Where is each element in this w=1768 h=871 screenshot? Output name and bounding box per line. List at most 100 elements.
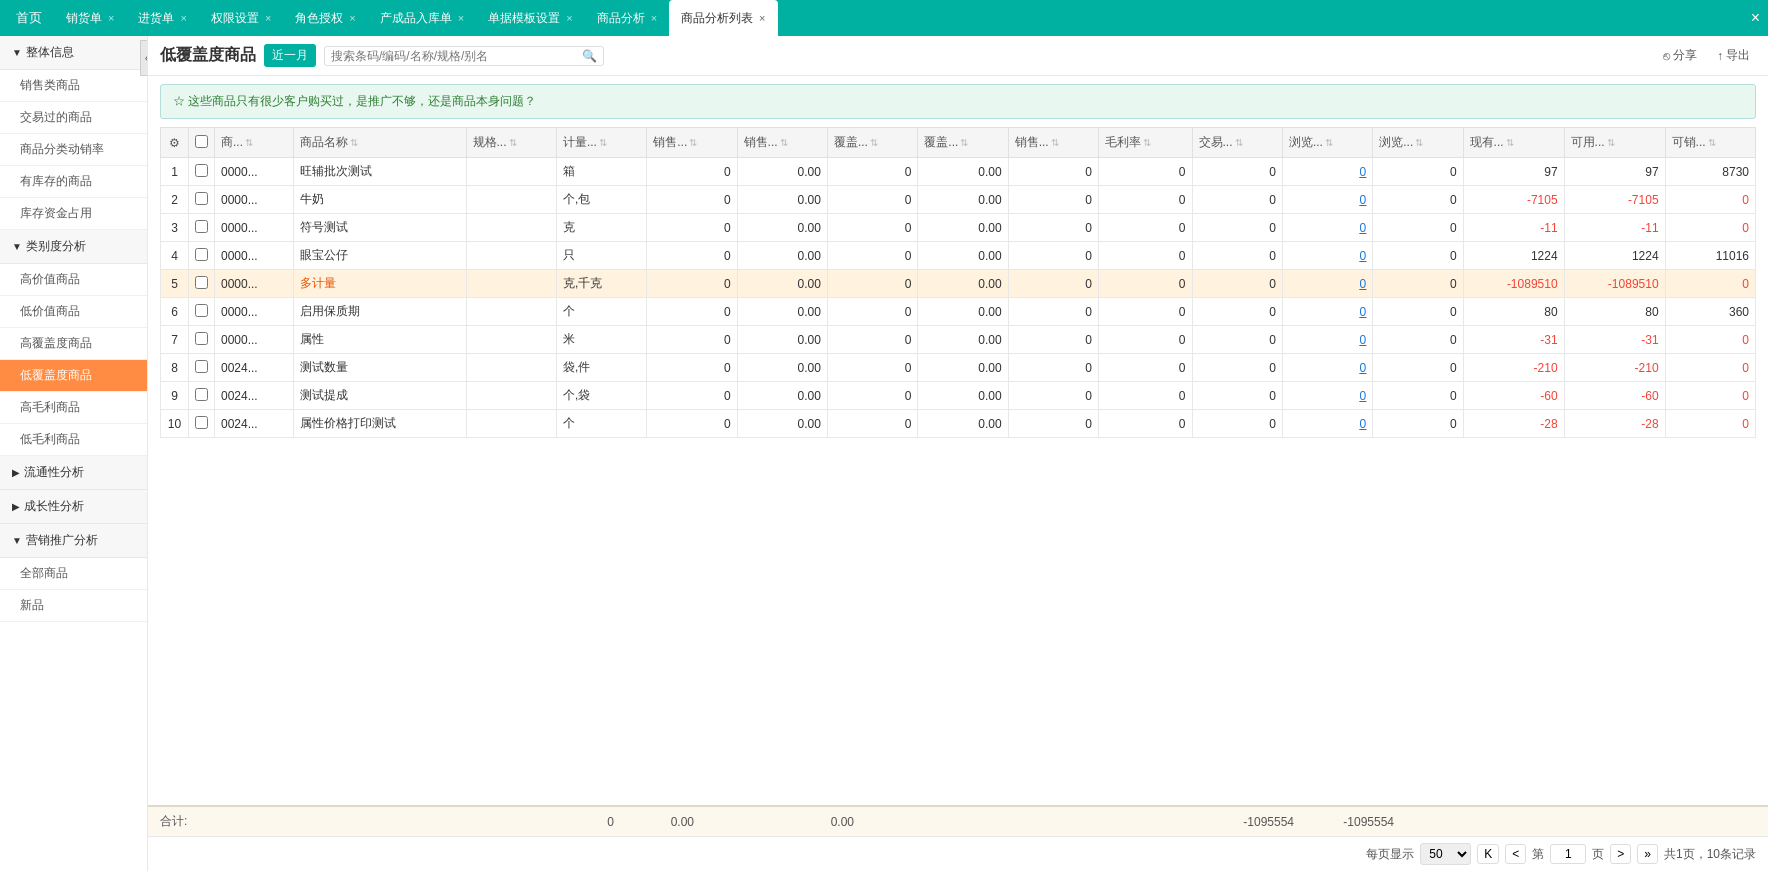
sidebar-item-low-value[interactable]: 低价值商品 [0, 296, 147, 328]
nav-purchase[interactable]: 进货单 × [126, 0, 198, 36]
row-checkbox[interactable] [189, 242, 215, 270]
row-browse1[interactable]: 0 [1282, 382, 1372, 410]
row-unit: 个 [556, 410, 646, 438]
nav-sales[interactable]: 销货单 × [54, 0, 126, 36]
row-browse1[interactable]: 0 [1282, 410, 1372, 438]
row-browse1[interactable]: 0 [1282, 186, 1372, 214]
sidebar-section-category[interactable]: ▼ 类别度分析 [0, 230, 147, 264]
row-checkbox[interactable] [189, 270, 215, 298]
nav-role-close[interactable]: × [349, 12, 355, 24]
row-sales-qty: 0 [647, 214, 737, 242]
row-checkbox[interactable] [189, 382, 215, 410]
row-code: 0024... [215, 354, 294, 382]
nav-permission-close[interactable]: × [265, 12, 271, 24]
row-browse1[interactable]: 0 [1282, 242, 1372, 270]
sidebar-item-new-goods[interactable]: 新品 [0, 590, 147, 622]
nav-analysis-list[interactable]: 商品分析列表 × [669, 0, 777, 36]
sidebar-item-sales-goods[interactable]: 销售类商品 [0, 70, 147, 102]
row-checkbox[interactable] [189, 354, 215, 382]
row-browse1[interactable]: 0 [1282, 354, 1372, 382]
nav-product-inbound[interactable]: 产成品入库单 × [368, 0, 476, 36]
sidebar-item-all-goods[interactable]: 全部商品 [0, 558, 147, 590]
per-page-select[interactable]: 50 100 200 [1420, 843, 1471, 865]
row-checkbox[interactable] [189, 298, 215, 326]
nav-permission[interactable]: 权限设置 × [199, 0, 283, 36]
th-trade[interactable]: 交易...⇅ [1192, 128, 1282, 158]
sidebar-item-high-coverage[interactable]: 高覆盖度商品 [0, 328, 147, 360]
sidebar-item-category-rate[interactable]: 商品分类动销率 [0, 134, 147, 166]
total-records: 共1页，10条记录 [1664, 846, 1756, 863]
last-page-btn[interactable]: » [1637, 844, 1658, 864]
th-sales-qty[interactable]: 销售...⇅ [647, 128, 737, 158]
filter-period-btn[interactable]: 近一月 [264, 44, 316, 67]
sidebar-section-overall[interactable]: ▼ 整体信息 [0, 36, 147, 70]
nav-analysis[interactable]: 商品分析 × [585, 0, 669, 36]
th-sales-amt[interactable]: 销售...⇅ [737, 128, 827, 158]
share-btn[interactable]: ⎋ 分享 [1657, 44, 1703, 67]
th-margin[interactable]: 毛利率⇅ [1099, 128, 1193, 158]
nav-analysis-close[interactable]: × [651, 12, 657, 24]
sidebar-collapse-btn[interactable]: « [140, 40, 148, 76]
chevron-down-icon-3: ▼ [12, 535, 22, 546]
nav-role[interactable]: 角色授权 × [283, 0, 367, 36]
sidebar-item-low-coverage[interactable]: 低覆盖度商品 [0, 360, 147, 392]
export-btn[interactable]: ↑ 导出 [1711, 44, 1756, 67]
row-browse1[interactable]: 0 [1282, 298, 1372, 326]
nav-template[interactable]: 单据模板设置 × [476, 0, 584, 36]
nav-close-all[interactable]: × [1751, 9, 1760, 27]
nav-template-close[interactable]: × [566, 12, 572, 24]
nav-purchase-close[interactable]: × [180, 12, 186, 24]
search-icon[interactable]: 🔍 [582, 49, 597, 63]
th-name[interactable]: 商品名称⇅ [293, 128, 466, 158]
row-checkbox[interactable] [189, 186, 215, 214]
first-page-btn[interactable]: K [1477, 844, 1499, 864]
sidebar-item-stocked-goods[interactable]: 有库存的商品 [0, 166, 147, 198]
th-unit[interactable]: 计量...⇅ [556, 128, 646, 158]
table-row: 90024...测试提成个,袋00.0000.0000000-60-600 [161, 382, 1756, 410]
th-browse1[interactable]: 浏览...⇅ [1282, 128, 1372, 158]
nav-product-inbound-close[interactable]: × [458, 12, 464, 24]
row-sales-amt: 0.00 [737, 410, 827, 438]
sidebar-section-flow[interactable]: ▶ 流通性分析 [0, 456, 147, 490]
row-browse1[interactable]: 0 [1282, 214, 1372, 242]
sidebar-item-high-value[interactable]: 高价值商品 [0, 264, 147, 296]
row-checkbox[interactable] [189, 214, 215, 242]
footer-data: 0 0.00 0.00 -1095554 -1095554 [220, 815, 1756, 829]
th-stock-current[interactable]: 现有...⇅ [1463, 128, 1564, 158]
row-browse1[interactable]: 0 [1282, 326, 1372, 354]
row-margin: 0 [1099, 382, 1193, 410]
th-sales3[interactable]: 销售...⇅ [1008, 128, 1098, 158]
row-checkbox[interactable] [189, 410, 215, 438]
select-all-checkbox[interactable] [195, 135, 208, 148]
th-checkbox[interactable] [189, 128, 215, 158]
nav-sales-close[interactable]: × [108, 12, 114, 24]
nav-analysis-list-close[interactable]: × [759, 12, 765, 24]
row-checkbox[interactable] [189, 326, 215, 354]
th-code[interactable]: 商...⇅ [215, 128, 294, 158]
sidebar-item-low-margin[interactable]: 低毛利商品 [0, 424, 147, 456]
row-browse2: 0 [1373, 186, 1463, 214]
sidebar-section-category-items: 高价值商品 低价值商品 高覆盖度商品 低覆盖度商品 高毛利商品 低毛利商品 [0, 264, 147, 456]
th-gear[interactable]: ⚙ [161, 128, 189, 158]
search-input[interactable] [331, 49, 578, 63]
page-number-input[interactable] [1550, 844, 1586, 864]
th-stock-available[interactable]: 可用...⇅ [1564, 128, 1665, 158]
th-stock-saleable[interactable]: 可销...⇅ [1665, 128, 1755, 158]
sidebar-section-marketing[interactable]: ▼ 营销推广分析 [0, 524, 147, 558]
row-browse1[interactable]: 0 [1282, 270, 1372, 298]
th-browse2[interactable]: 浏览...⇅ [1373, 128, 1463, 158]
th-coverage1[interactable]: 覆盖...⇅ [827, 128, 917, 158]
row-browse1[interactable]: 0 [1282, 158, 1372, 186]
row-coverage1: 0 [827, 354, 917, 382]
th-coverage2[interactable]: 覆盖...⇅ [918, 128, 1008, 158]
sidebar-item-high-margin[interactable]: 高毛利商品 [0, 392, 147, 424]
nav-home[interactable]: 首页 [4, 0, 54, 36]
next-page-btn[interactable]: > [1610, 844, 1631, 864]
th-spec[interactable]: 规格...⇅ [466, 128, 556, 158]
sidebar-item-traded-goods[interactable]: 交易过的商品 [0, 102, 147, 134]
row-checkbox[interactable] [189, 158, 215, 186]
page-suffix: 页 [1592, 846, 1604, 863]
prev-page-btn[interactable]: < [1505, 844, 1526, 864]
sidebar-section-growth[interactable]: ▶ 成长性分析 [0, 490, 147, 524]
sidebar-item-stock-capital[interactable]: 库存资金占用 [0, 198, 147, 230]
